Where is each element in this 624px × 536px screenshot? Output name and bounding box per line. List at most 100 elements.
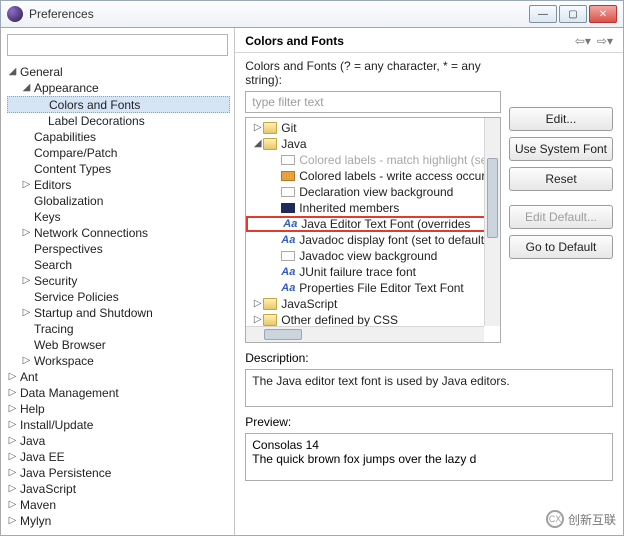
tree-item[interactable]: Globalization: [7, 193, 230, 209]
expand-icon[interactable]: ▷: [252, 120, 263, 136]
expand-icon[interactable]: ◢: [7, 64, 18, 80]
cf-item-label: Inherited members: [299, 200, 399, 216]
tree-item[interactable]: Compare/Patch: [7, 145, 230, 161]
use-system-font-button[interactable]: Use System Font: [509, 137, 613, 161]
tree-item[interactable]: Colors and Fonts: [7, 96, 230, 113]
expand-icon[interactable]: ▷: [7, 417, 18, 433]
tree-item[interactable]: ◢Appearance: [7, 80, 230, 96]
expand-icon[interactable]: ▷: [7, 401, 18, 417]
cf-tree-item[interactable]: ▷ Git: [246, 120, 500, 136]
tree-item[interactable]: ▷Maven: [7, 497, 230, 513]
expand-icon[interactable]: ▷: [7, 433, 18, 449]
tree-item[interactable]: Label Decorations: [7, 113, 230, 129]
tree-item[interactable]: ▷Java: [7, 433, 230, 449]
tree-item-label: Search: [32, 257, 72, 273]
expand-icon[interactable]: ▷: [21, 353, 32, 369]
tree-item[interactable]: Search: [7, 257, 230, 273]
expand-icon[interactable]: ▷: [7, 481, 18, 497]
nav-fwd-icon[interactable]: ⇨▾: [597, 34, 613, 48]
cf-tree-item[interactable]: AaJavadoc display font (set to default: …: [246, 232, 500, 248]
expand-icon[interactable]: ◢: [21, 80, 32, 96]
cf-item-label: JUnit failure trace font: [299, 264, 416, 280]
cf-tree-item[interactable]: AaJUnit failure trace font: [246, 264, 500, 280]
edit-button[interactable]: Edit...: [509, 107, 613, 131]
expand-icon[interactable]: ▷: [21, 225, 32, 241]
font-icon: Aa: [281, 232, 295, 248]
tree-item[interactable]: ▷Network Connections: [7, 225, 230, 241]
expand-icon[interactable]: ▷: [7, 497, 18, 513]
cf-tree-item[interactable]: ◢ Java: [246, 136, 500, 152]
color-swatch: [281, 203, 295, 213]
tree-item[interactable]: ▷Workspace: [7, 353, 230, 369]
tree-item[interactable]: ▷Data Management: [7, 385, 230, 401]
expand-icon[interactable]: ▷: [21, 177, 32, 193]
expand-icon[interactable]: ▷: [7, 449, 18, 465]
h-thumb[interactable]: [264, 329, 302, 340]
divider: [235, 52, 623, 53]
tree-item[interactable]: ▷Java EE: [7, 449, 230, 465]
tree-item[interactable]: Web Browser: [7, 337, 230, 353]
tree-item[interactable]: Content Types: [7, 161, 230, 177]
nav-back-icon[interactable]: ⇦▾: [575, 34, 591, 48]
cf-item-label: Java: [281, 136, 306, 152]
tree-item-label: Globalization: [32, 193, 103, 209]
preferences-tree[interactable]: ◢General◢AppearanceColors and FontsLabel…: [1, 62, 234, 535]
v-thumb[interactable]: [487, 158, 498, 238]
horizontal-scrollbar[interactable]: [246, 326, 484, 342]
tree-item[interactable]: ◢General: [7, 64, 230, 80]
preview-block: Preview: Consolas 14 The quick brown fox…: [235, 407, 623, 481]
close-button[interactable]: ✕: [589, 5, 617, 23]
tree-item-label: Workspace: [32, 353, 94, 369]
minimize-button[interactable]: —: [529, 5, 557, 23]
tree-item[interactable]: ▷Java Persistence: [7, 465, 230, 481]
tree-item[interactable]: Capabilities: [7, 129, 230, 145]
cf-filter-input[interactable]: type filter text: [245, 91, 501, 113]
tree-item[interactable]: ▷Security: [7, 273, 230, 289]
tree-item[interactable]: ▷Ant: [7, 369, 230, 385]
tree-item[interactable]: ▷Install/Update: [7, 417, 230, 433]
tree-item[interactable]: Service Policies: [7, 289, 230, 305]
expand-icon[interactable]: ▷: [7, 369, 18, 385]
cf-tree-item[interactable]: ▷JavaScript: [246, 296, 500, 312]
tree-item-label: Appearance: [32, 80, 99, 96]
expand-icon[interactable]: ▷: [21, 273, 32, 289]
vertical-scrollbar[interactable]: [484, 118, 500, 326]
cf-tree-item[interactable]: Inherited members: [246, 200, 500, 216]
edit-default-button[interactable]: Edit Default...: [509, 205, 613, 229]
tree-item[interactable]: ▷JavaScript: [7, 481, 230, 497]
expand-icon[interactable]: ◢: [252, 136, 263, 152]
tree-item-label: Java EE: [18, 449, 65, 465]
cf-tree-item[interactable]: Colored labels - match highlight (set t: [246, 152, 500, 168]
maximize-button[interactable]: ▢: [559, 5, 587, 23]
tree-item[interactable]: Tracing: [7, 321, 230, 337]
cf-tree-item[interactable]: AaProperties File Editor Text Font: [246, 280, 500, 296]
tree-item-label: Tracing: [32, 321, 74, 337]
cf-tree-item[interactable]: Declaration view background: [246, 184, 500, 200]
left-filter-input[interactable]: [7, 34, 228, 56]
expand-icon[interactable]: ▷: [21, 305, 32, 321]
tree-item[interactable]: ▷Help: [7, 401, 230, 417]
cf-item-label: Colored labels - write access occurrer: [299, 168, 500, 184]
section-label: Colors and Fonts (? = any character, * =…: [245, 59, 501, 87]
tree-item-label: Keys: [32, 209, 61, 225]
tree-item[interactable]: ▷Startup and Shutdown: [7, 305, 230, 321]
tree-item-label: Ant: [18, 369, 38, 385]
preview-line2: The quick brown fox jumps over the lazy …: [252, 452, 606, 466]
reset-button[interactable]: Reset: [509, 167, 613, 191]
cf-tree-item[interactable]: AaJava Editor Text Font (overrides: [246, 216, 500, 232]
expand-icon[interactable]: ▷: [252, 296, 263, 312]
tree-item[interactable]: ▷Mylyn: [7, 513, 230, 529]
tree-item[interactable]: Perspectives: [7, 241, 230, 257]
tree-item[interactable]: ▷Editors: [7, 177, 230, 193]
cf-item-label: Git: [281, 120, 296, 136]
cf-tree-item[interactable]: Javadoc view background: [246, 248, 500, 264]
go-to-default-button[interactable]: Go to Default: [509, 235, 613, 259]
tree-item[interactable]: Keys: [7, 209, 230, 225]
cf-tree-item[interactable]: Colored labels - write access occurrer: [246, 168, 500, 184]
expand-icon[interactable]: ▷: [7, 465, 18, 481]
expand-icon[interactable]: ▷: [7, 385, 18, 401]
cf-tree[interactable]: ▷ Git ◢ JavaColored labels - match highligh…: [246, 118, 500, 330]
preview-line1: Consolas 14: [252, 438, 606, 452]
right-header: Colors and Fonts ⇦▾ ⇨▾: [235, 28, 623, 52]
expand-icon[interactable]: ▷: [7, 513, 18, 529]
